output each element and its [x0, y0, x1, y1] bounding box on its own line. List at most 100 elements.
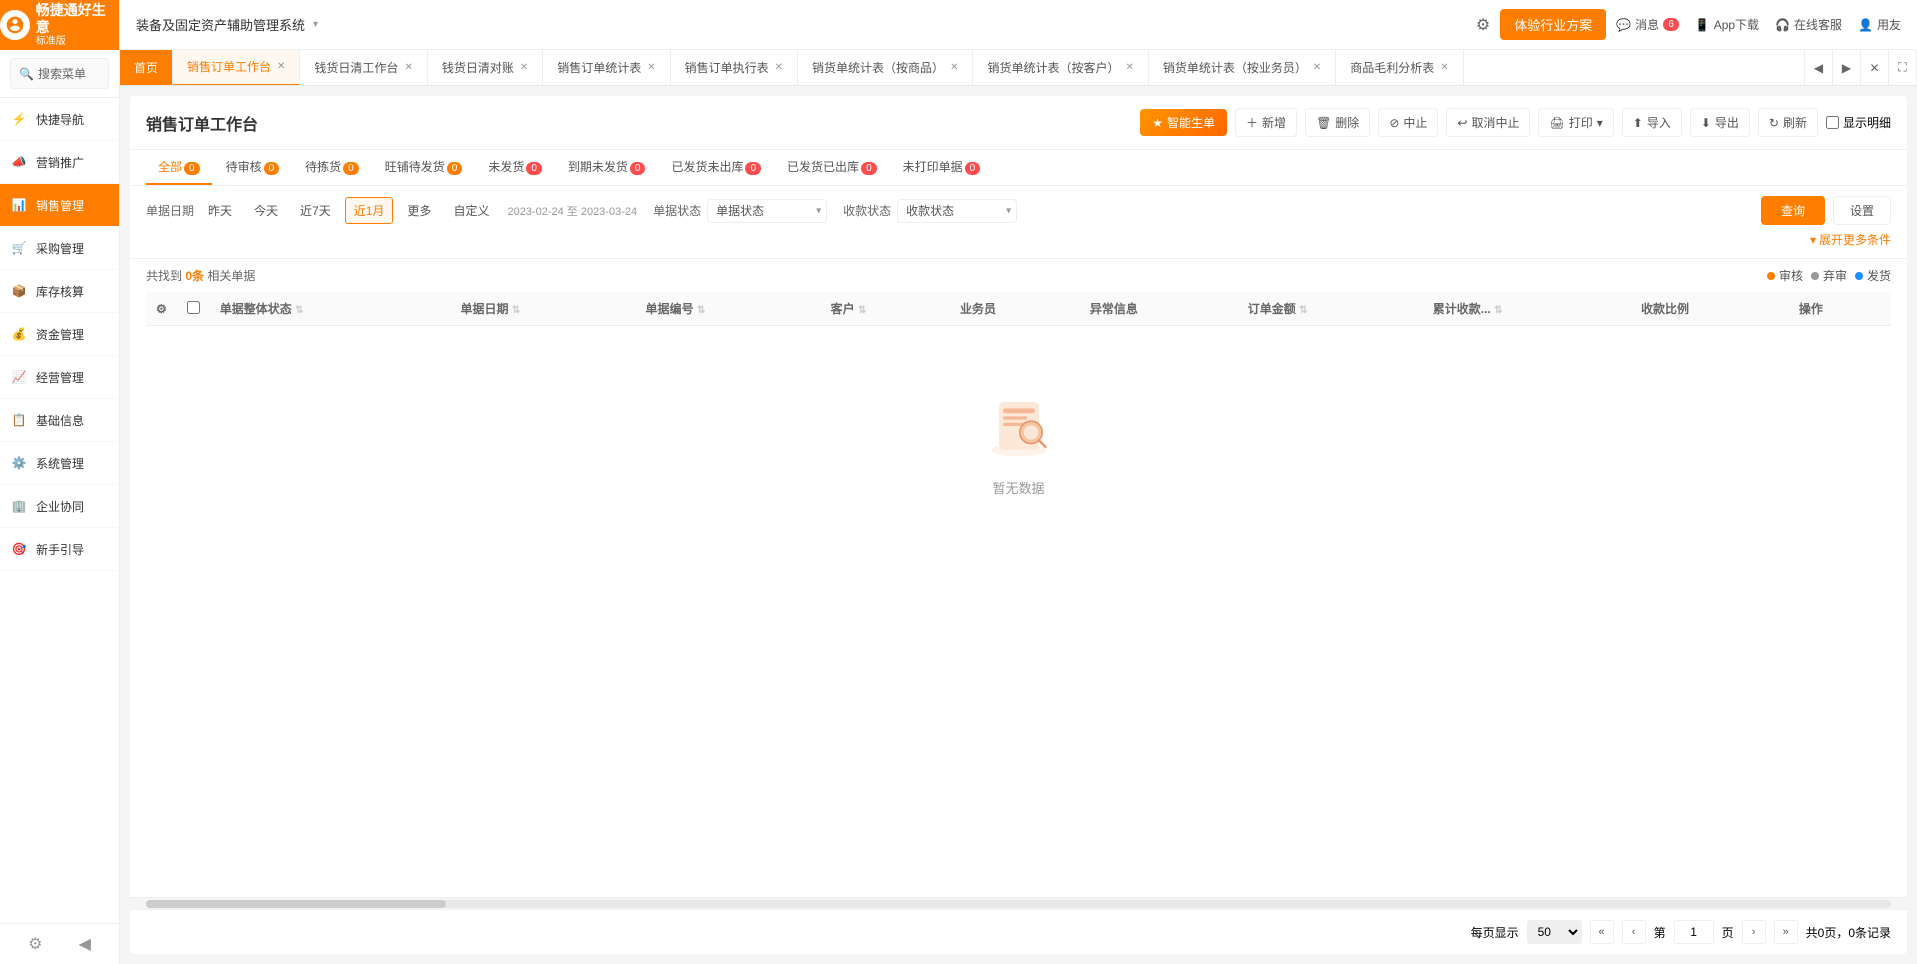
- page-size-select[interactable]: 50 100 200: [1527, 920, 1582, 944]
- page-last-btn[interactable]: »: [1774, 920, 1798, 944]
- sidebar-item-system[interactable]: ⚙️ 系统管理: [0, 442, 119, 485]
- sub-tab-expired-not-shipped[interactable]: 到期未发货0: [556, 150, 658, 185]
- date-today-btn[interactable]: 今天: [246, 198, 286, 223]
- col-settings[interactable]: ⚙: [146, 292, 177, 326]
- tab-sales-stat-product[interactable]: 销货单统计表（按商品） ✕: [798, 50, 973, 86]
- user-btn[interactable]: 👤 用友: [1858, 16, 1901, 33]
- page-next-btn[interactable]: ›: [1742, 920, 1766, 944]
- tab-home[interactable]: 首页: [120, 50, 173, 86]
- tab-gross-margin-close[interactable]: ✕: [1440, 62, 1448, 73]
- page-prev-btn[interactable]: ‹: [1622, 920, 1646, 944]
- tab-sales-stat-staff[interactable]: 销货单统计表（按业务员） ✕: [1149, 50, 1336, 86]
- sidebar-item-finance[interactable]: 💰 资金管理: [0, 313, 119, 356]
- app-download-btn[interactable]: 📱 App下载: [1695, 16, 1759, 33]
- review-batch-btn[interactable]: 审核: [1767, 267, 1803, 284]
- date-more-btn[interactable]: 更多: [399, 198, 439, 223]
- col-ratio: 收款比例: [1631, 292, 1789, 326]
- sidebar-item-purchase[interactable]: 🛒 采购管理: [0, 227, 119, 270]
- sidebar-item-inventory[interactable]: 📦 库存核算: [0, 270, 119, 313]
- sidebar-item-marketing[interactable]: 📣 营销推广: [0, 141, 119, 184]
- tab-sales-exec-close[interactable]: ✕: [775, 62, 783, 73]
- topbar-gear-icon[interactable]: ⚙: [1476, 15, 1490, 35]
- expand-filter-btn[interactable]: ▾ 展开更多条件: [1810, 231, 1891, 248]
- online-service-btn[interactable]: 🎧 在线客服: [1775, 16, 1842, 33]
- sub-tab-not-printed[interactable]: 未打印单据0: [891, 150, 993, 185]
- payment-select[interactable]: 收款状态: [897, 199, 1017, 223]
- tab-cash-reconcile-close[interactable]: ✕: [520, 62, 528, 73]
- tabs-fullscreen-btn[interactable]: ⛶: [1889, 50, 1917, 86]
- sidebar-item-newbie[interactable]: 🎯 新手引导: [0, 528, 119, 571]
- date-custom-btn[interactable]: 自定义: [445, 198, 497, 223]
- tab-sales-stat-product-close[interactable]: ✕: [950, 62, 958, 73]
- sidebar-item-quicknav[interactable]: ⚡ 快捷导航: [0, 98, 119, 141]
- sub-tab-pending-review[interactable]: 待审核0: [214, 150, 292, 185]
- status-select[interactable]: 单据状态: [707, 199, 827, 223]
- tab-sales-stat[interactable]: 销售订单统计表 ✕: [543, 50, 670, 86]
- sub-tab-shipped-out[interactable]: 已发货已出库0: [775, 150, 889, 185]
- show-detail-checkbox[interactable]: 显示明细: [1826, 114, 1891, 131]
- tab-sales-stat-staff-close[interactable]: ✕: [1313, 62, 1321, 73]
- tab-sales-stat-customer[interactable]: 销货单统计表（按客户） ✕: [973, 50, 1148, 86]
- set-button[interactable]: 设置: [1833, 196, 1891, 225]
- sub-tab-pending-inspect[interactable]: 待拣货0: [293, 150, 371, 185]
- tab-cash-daily[interactable]: 钱货日清工作台 ✕: [300, 50, 427, 86]
- tab-cash-daily-close[interactable]: ✕: [404, 62, 412, 73]
- finance-icon: 💰: [10, 325, 28, 343]
- refresh-button[interactable]: ↻ 刷新: [1758, 108, 1818, 137]
- date-yesterday-btn[interactable]: 昨天: [200, 198, 240, 223]
- col-amount-sort[interactable]: ⇅: [1299, 305, 1307, 316]
- tabs-next-btn[interactable]: ▶: [1833, 50, 1861, 86]
- query-button[interactable]: 查询: [1761, 196, 1825, 225]
- ship-batch-btn[interactable]: 发货: [1855, 267, 1891, 284]
- sidebar-item-sales[interactable]: 📊 销售管理: [0, 184, 119, 227]
- search-menu-button[interactable]: 🔍 搜索菜单: [10, 58, 109, 89]
- settings-bottom-icon[interactable]: ⚙: [28, 934, 42, 954]
- add-button[interactable]: ＋ 新增: [1235, 108, 1297, 137]
- collapse-icon[interactable]: ◀: [79, 934, 91, 954]
- tabs-prev-btn[interactable]: ◀: [1805, 50, 1833, 86]
- col-collected-sort[interactable]: ⇅: [1494, 305, 1502, 316]
- col-customer-sort[interactable]: ⇅: [858, 305, 866, 316]
- exp-btn[interactable]: 体验行业方案: [1500, 9, 1606, 40]
- tab-sales-stat-close[interactable]: ✕: [647, 62, 655, 73]
- sub-tab-shipped-not-in[interactable]: 已发货未出库0: [659, 150, 773, 185]
- scrollbar-thumb[interactable]: [146, 900, 446, 908]
- scrollbar-track: [146, 900, 1891, 908]
- print-button[interactable]: 🖨 打印 ▾: [1538, 108, 1613, 137]
- tab-sales-order[interactable]: 销售订单工作台 ✕: [173, 50, 300, 86]
- date-7days-btn[interactable]: 近7天: [292, 198, 339, 223]
- tab-sales-exec[interactable]: 销售订单执行表 ✕: [671, 50, 798, 86]
- smart-gen-button[interactable]: ★ 智能生单: [1140, 109, 1227, 136]
- tab-sales-stat-customer-close[interactable]: ✕: [1125, 62, 1133, 73]
- tab-gross-margin[interactable]: 商品毛利分析表 ✕: [1336, 50, 1463, 86]
- export-button[interactable]: ⬇ 导出: [1690, 108, 1750, 137]
- delete-button[interactable]: 🗑 删除: [1305, 108, 1370, 137]
- sidebar-item-enterprise[interactable]: 🏢 企业协同: [0, 485, 119, 528]
- sub-tab-wangpu[interactable]: 旺铺待发货0: [373, 150, 475, 185]
- import-button[interactable]: ⬆ 导入: [1622, 108, 1682, 137]
- unreview-batch-btn[interactable]: 弃审: [1811, 267, 1847, 284]
- date-1month-btn[interactable]: 近1月: [345, 197, 394, 224]
- tab-cash-reconcile[interactable]: 钱货日清对账 ✕: [428, 50, 543, 86]
- stop-button[interactable]: ⊘ 中止: [1378, 108, 1438, 137]
- col-checkbox[interactable]: [177, 292, 210, 326]
- sub-tab-not-shipped[interactable]: 未发货0: [476, 150, 554, 185]
- col-number-sort[interactable]: ⇅: [697, 305, 705, 316]
- tabs-close-btn[interactable]: ✕: [1861, 50, 1889, 86]
- sidebar-item-base[interactable]: 📋 基础信息: [0, 399, 119, 442]
- col-status-sort[interactable]: ⇅: [295, 305, 303, 316]
- system-dropdown-icon[interactable]: ▾: [313, 19, 318, 30]
- select-all-checkbox[interactable]: [187, 301, 200, 314]
- show-detail-input[interactable]: [1826, 116, 1839, 129]
- tab-sales-order-close[interactable]: ✕: [277, 61, 285, 72]
- sub-tab-all[interactable]: 全部0: [146, 150, 212, 185]
- page-first-btn[interactable]: «: [1590, 920, 1614, 944]
- message-btn[interactable]: 💬 消息 6: [1616, 16, 1679, 33]
- cancel-stop-button[interactable]: ↩ 取消中止: [1446, 108, 1530, 137]
- sub-tab-all-label: 全部: [158, 160, 182, 174]
- page-input[interactable]: [1674, 920, 1714, 944]
- sidebar: 畅捷通好生意 标准版 🔍 搜索菜单 ⚡ 快捷导航 📣 营销推广 📊 销售管理 🛒…: [0, 0, 120, 964]
- sidebar-item-operations[interactable]: 📈 经营管理: [0, 356, 119, 399]
- horizontal-scrollbar[interactable]: [130, 897, 1907, 909]
- col-date-sort[interactable]: ⇅: [512, 305, 520, 316]
